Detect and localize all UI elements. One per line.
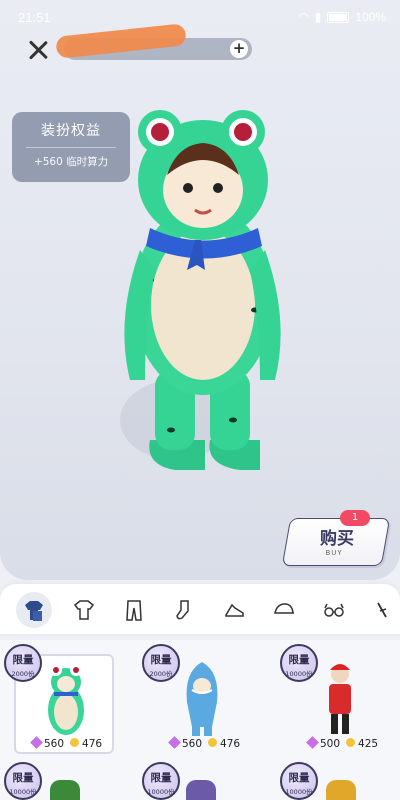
- buy-label: 购买: [319, 529, 354, 549]
- perk-value: +560 临时算力: [33, 156, 109, 168]
- close-icon[interactable]: [26, 38, 50, 62]
- signal-icon: ▮: [314, 10, 322, 24]
- gem-icon: [30, 736, 43, 749]
- gem-price-value: 560: [44, 738, 65, 750]
- limited-count: 10000份: [285, 788, 313, 796]
- gem-price: 560: [168, 736, 203, 750]
- status-time: 21:51: [18, 10, 51, 25]
- wifi-icon: ◠: [298, 10, 309, 24]
- limited-badge: 限量 10000份: [142, 762, 180, 800]
- red-outfit-thumbnail: [329, 664, 351, 734]
- limited-label: 限量: [288, 772, 310, 784]
- glasses-icon[interactable]: [316, 592, 352, 628]
- item-prices: 560 476: [30, 736, 102, 750]
- perk-card[interactable]: 装扮权益 +560 临时算力: [12, 112, 130, 182]
- limited-label: 限量: [150, 654, 172, 666]
- perk-divider: [26, 147, 116, 148]
- buy-sub-label: BUY: [325, 549, 343, 557]
- limited-badge: 限量 10000份: [280, 762, 318, 800]
- frog-costume-thumbnail: [48, 664, 84, 735]
- sock-icon[interactable]: [166, 592, 202, 628]
- gem-price: 500: [306, 736, 341, 750]
- coin-price: 425: [346, 738, 378, 750]
- plus-icon[interactable]: +: [230, 40, 248, 58]
- frog-costume-avatar: [120, 110, 281, 470]
- limited-count: 2000份: [11, 670, 35, 678]
- gem-price: 560: [30, 736, 65, 750]
- gem-price-value: 560: [182, 738, 203, 750]
- limited-count: 10000份: [147, 788, 175, 796]
- status-icons: ◠ ▮ 100%: [298, 10, 386, 24]
- category-tabs: [0, 584, 400, 634]
- gem-icon: [168, 736, 181, 749]
- battery-percentage: 100%: [355, 10, 386, 24]
- limited-count: 2000份: [149, 670, 173, 678]
- accessory-icon[interactable]: [364, 592, 400, 628]
- buy-button[interactable]: 购买 BUY: [281, 518, 391, 566]
- limited-badge: 限量 10000份: [4, 762, 42, 800]
- shark-costume-thumbnail: [186, 662, 218, 736]
- coin-price-value: 476: [82, 738, 103, 750]
- shirt-icon[interactable]: [66, 592, 102, 628]
- limited-badge: 限量 2000份: [142, 644, 180, 682]
- outfit-set-icon[interactable]: [16, 592, 52, 628]
- limited-label: 限量: [12, 772, 34, 784]
- limited-label: 限量: [150, 772, 172, 784]
- gem-icon: [306, 736, 319, 749]
- item-thumbnail-partial: [326, 780, 356, 800]
- coin-icon: [70, 738, 80, 747]
- limited-count: 10000份: [9, 788, 37, 796]
- limited-badge: 限量 2000份: [4, 644, 42, 682]
- limited-count: 10000份: [285, 670, 313, 678]
- limited-label: 限量: [288, 654, 310, 666]
- item-thumbnail-partial: [186, 780, 216, 800]
- avatar-stage: 21:51 ◠ ▮ 100% + 装扮权益 +560 临时算力 购买 BUY 1: [0, 0, 400, 580]
- gem-price-value: 500: [320, 738, 341, 750]
- coin-price: 476: [70, 738, 102, 750]
- coin-icon: [346, 738, 356, 747]
- limited-badge: 限量 10000份: [280, 644, 318, 682]
- coin-price-value: 476: [220, 738, 241, 750]
- cap-icon[interactable]: [266, 592, 302, 628]
- shoe-icon[interactable]: [216, 592, 252, 628]
- limited-label: 限量: [12, 654, 34, 666]
- item-grid: 560 476 限量 2000份 560 476 限量 2000份 500 42…: [0, 640, 400, 800]
- coin-icon: [208, 738, 218, 747]
- item-prices: 500 425: [306, 736, 378, 750]
- coin-price-value: 425: [358, 738, 379, 750]
- perk-title: 装扮权益: [41, 123, 101, 139]
- item-prices: 560 476: [168, 736, 240, 750]
- status-bar: 21:51 ◠ ▮ 100%: [0, 0, 400, 36]
- coin-price: 476: [208, 738, 240, 750]
- cart-count-badge: 1: [340, 510, 370, 526]
- item-thumbnail-partial: [50, 780, 80, 800]
- battery-icon: [327, 11, 350, 23]
- pants-icon[interactable]: [116, 592, 152, 628]
